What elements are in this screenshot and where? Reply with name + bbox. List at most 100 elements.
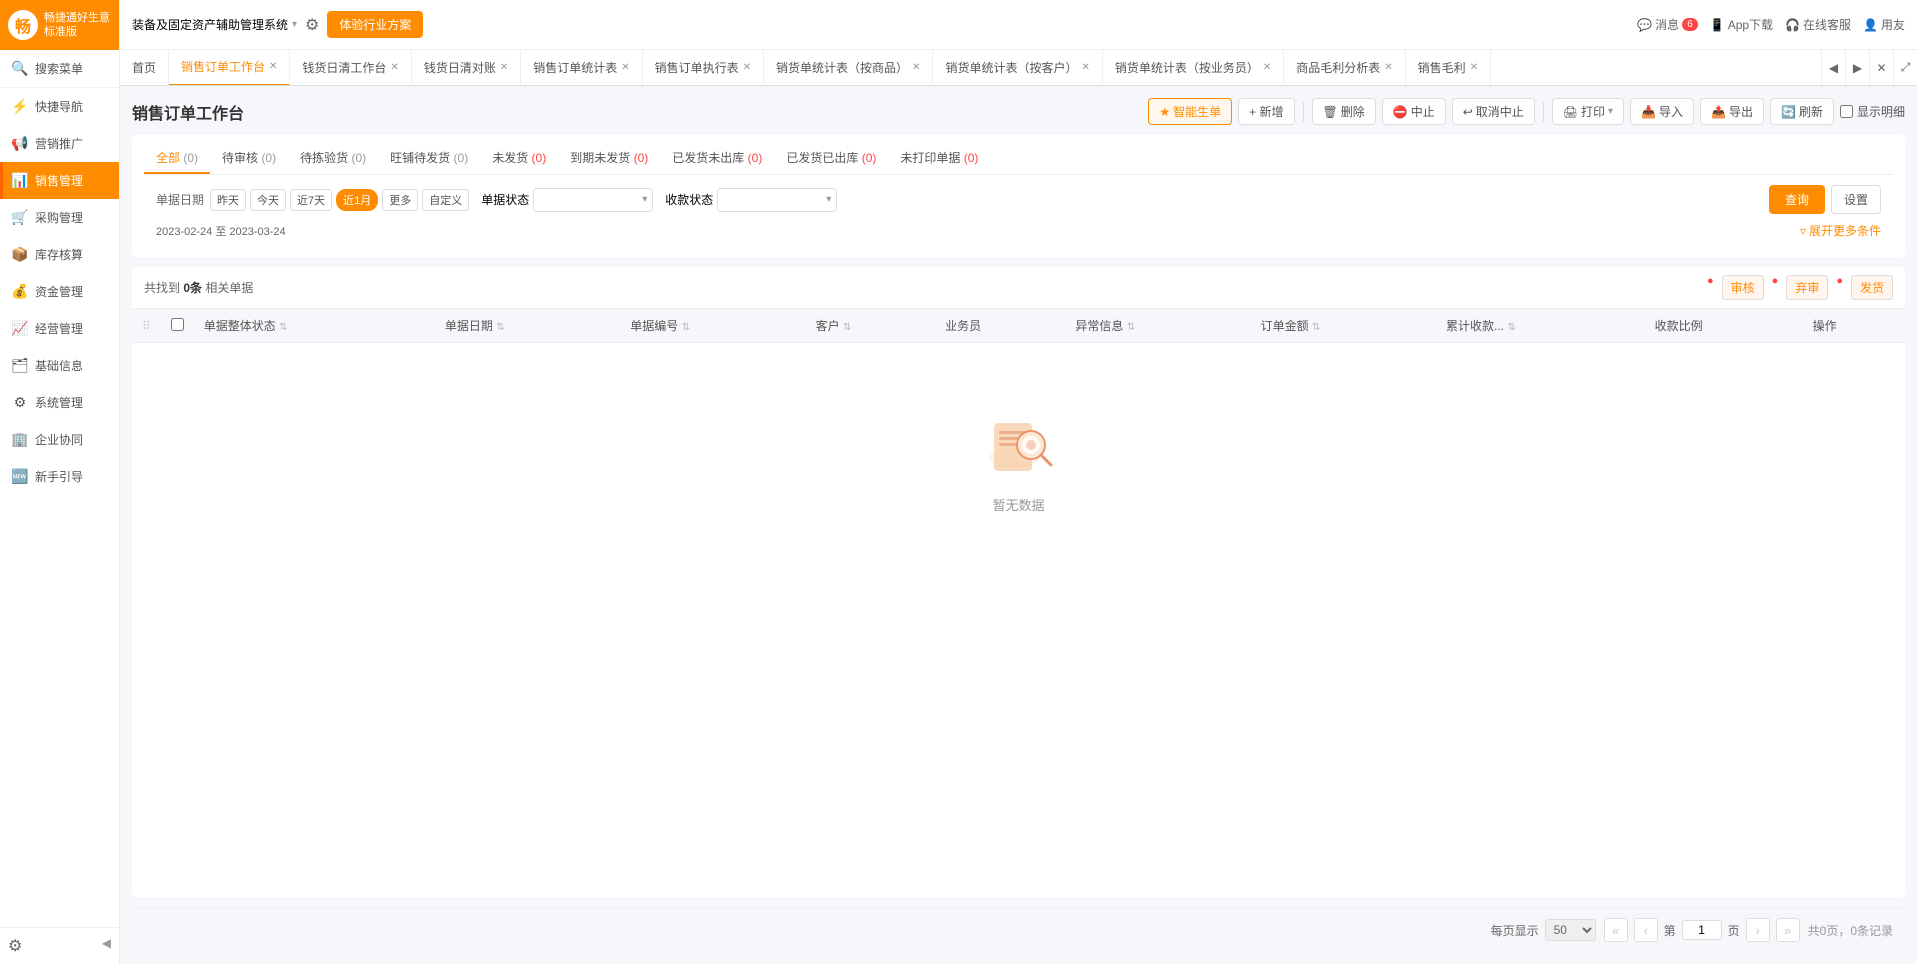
export-button[interactable]: 📤 导出 [1700,98,1764,125]
sidebar-item-enterprise[interactable]: 🏢 企业协同 [0,421,119,458]
tab-close-sales-monthly-product[interactable]: ✕ [912,62,920,73]
tab-sales-monthly-customer[interactable]: 销货单统计表（按客户） ✕ [933,50,1102,86]
tab-close-product-margin[interactable]: ✕ [1384,62,1392,73]
sidebar-item-system[interactable]: ⚙ 系统管理 [0,384,119,421]
sidebar-item-marketing[interactable]: 📢 营销推广 [0,125,119,162]
date-btn-today[interactable]: 今天 [250,189,286,211]
system-name[interactable]: 装备及固定资产辅助管理系统 ▾ [132,16,297,33]
trial-button[interactable]: 体验行业方案 [327,11,423,38]
date-btn-yesterday[interactable]: 昨天 [210,189,246,211]
sidebar-item-business[interactable]: 📈 经营管理 [0,310,119,347]
filter-tab-shipped-not-out[interactable]: 已发货未出库 (0) [660,143,774,174]
date-btn-7days[interactable]: 近7天 [290,189,332,211]
sidebar-item-purchase[interactable]: 🛒 采购管理 [0,199,119,236]
print-button[interactable]: 🖨 打印 ▾ [1552,98,1624,125]
settings-icon[interactable]: ⚙ [8,936,22,956]
expand-conditions-button[interactable]: ▿ 展开更多条件 [1800,222,1881,239]
tab-close-sales-workbench[interactable]: ✕ [269,61,277,72]
filter-tab-pending-review[interactable]: 待审核 (0) [210,143,288,174]
stop-icon: ⛔ [1393,105,1408,119]
page-input[interactable] [1682,920,1722,940]
sidebar-item-quick-nav[interactable]: ⚡ 快捷导航 [0,88,119,125]
tab-sales-workbench[interactable]: 销售订单工作台 ✕ [169,50,290,86]
tab-scroll-left[interactable]: ◀ [1821,50,1845,86]
tab-close-cash-reconcile[interactable]: ✕ [500,62,508,73]
date-btn-1month[interactable]: 近1月 [336,189,378,211]
delete-button[interactable]: 🗑 删除 [1312,98,1376,125]
tab-sales-monthly-product[interactable]: 销货单统计表（按商品） ✕ [764,50,933,86]
collapse-icon[interactable]: ◀ [102,936,111,956]
filter-tab-not-shipped[interactable]: 未发货 (0) [480,143,558,174]
tab-close-sales-monthly-staff[interactable]: ✕ [1263,62,1271,73]
tab-close-all[interactable]: ✕ [1869,50,1893,86]
tab-close-sales-monthly-customer[interactable]: ✕ [1081,62,1089,73]
tab-close-sales-stats[interactable]: ✕ [621,62,629,73]
online-service-action[interactable]: 🎧 在线客服 [1785,16,1851,33]
cancel-audit-button[interactable]: 弃审 [1786,275,1828,300]
page-prev-button[interactable]: ‹ [1634,918,1658,942]
page-size-select[interactable]: 20 50 100 [1545,919,1596,941]
filter-tab-overdue-not-shipped[interactable]: 到期未发货 (0) [558,143,660,174]
tabbar: 首页 销售订单工作台 ✕ 钱货日清工作台 ✕ 钱货日清对账 ✕ 销售订单统计表 … [120,50,1917,86]
sort-date-icon[interactable]: ⇅ [496,322,504,333]
tab-sales-stats[interactable]: 销售订单统计表 ✕ [521,50,642,86]
smart-create-button[interactable]: ★ 智能生单 [1148,98,1232,125]
filter-tab-list: 全部 (0) 待审核 (0) 待拣验货 (0) 旺铺待发货 (0) 未发货 [144,143,1893,175]
tab-scroll-right[interactable]: ▶ [1845,50,1869,86]
display-detail-checkbox[interactable] [1840,105,1853,118]
ship-button[interactable]: 发货 [1851,275,1893,300]
add-button[interactable]: + 新增 [1238,98,1294,125]
tab-home[interactable]: 首页 [120,50,169,86]
message-action[interactable]: 💬 消息 6 [1637,16,1698,33]
query-button[interactable]: 查询 [1769,185,1825,214]
cancel-stop-button[interactable]: ↩ 取消中止 [1452,98,1535,125]
tab-cash-reconcile[interactable]: 钱货日清对账 ✕ [412,50,521,86]
sort-customer-icon[interactable]: ⇅ [843,322,851,333]
date-btn-custom[interactable]: 自定义 [422,189,469,211]
refresh-button[interactable]: 🔄 刷新 [1770,98,1834,125]
app-download-action[interactable]: 📱 App下载 [1710,16,1773,33]
tab-close-cash-daily[interactable]: ✕ [390,62,398,73]
star-icon: ★ [1159,105,1170,119]
sort-abnormal-icon[interactable]: ⇅ [1127,322,1135,333]
sidebar-item-inventory[interactable]: 📦 库存核算 [0,236,119,273]
filter-tab-shipped-out[interactable]: 已发货已出库 (0) [774,143,888,174]
tab-product-margin[interactable]: 商品毛利分析表 ✕ [1284,50,1405,86]
sidebar-item-finance[interactable]: 💰 资金管理 [0,273,119,310]
filter-tab-pending-inspect[interactable]: 待拣验货 (0) [288,143,378,174]
payment-select[interactable] [717,188,837,212]
select-all-checkbox[interactable] [171,318,184,331]
sidebar-item-guide[interactable]: 🆕 新手引导 [0,458,119,495]
sidebar-item-basic-info[interactable]: 🗂 基础信息 [0,347,119,384]
sidebar-item-sales[interactable]: 📊 销售管理 [0,162,119,199]
filter-tab-all[interactable]: 全部 (0) [144,143,210,174]
tab-sales-exec[interactable]: 销售订单执行表 ✕ [643,50,764,86]
content-area: 销售订单工作台 ★ 智能生单 + 新增 🗑 删除 ⛔ 中止 ↩ [120,86,1917,964]
tab-close-sales-profit[interactable]: ✕ [1470,62,1478,73]
filter-tab-wangpu[interactable]: 旺铺待发货 (0) [378,143,480,174]
audit-button[interactable]: 审核 [1722,275,1764,300]
tab-maximize[interactable]: ⤢ [1893,50,1917,86]
page-first-button[interactable]: « [1604,918,1628,942]
topbar-gear-icon[interactable]: ⚙ [305,15,319,35]
filter-tab-not-printed[interactable]: 未打印单据 (0) [888,143,990,174]
tab-sales-profit[interactable]: 销售毛利 ✕ [1406,50,1491,86]
date-btn-more[interactable]: 更多 [382,189,418,211]
tab-sales-monthly-staff[interactable]: 销货单统计表（按业务员） ✕ [1103,50,1284,86]
sort-amount-icon[interactable]: ⇅ [1312,322,1320,333]
page-last-button[interactable]: » [1776,918,1800,942]
stop-button[interactable]: ⛔ 中止 [1382,98,1446,125]
import-button[interactable]: 📥 导入 [1630,98,1694,125]
status-select[interactable] [533,188,653,212]
setting-button[interactable]: 设置 [1831,185,1881,214]
sidebar: 畅 畅捷通好生意 标准版 🔍 搜索菜单 ⚡ 快捷导航 📢 营销推广 📊 销售管理… [0,0,120,964]
tab-cash-daily[interactable]: 钱货日清工作台 ✕ [290,50,411,86]
sidebar-item-search[interactable]: 🔍 搜索菜单 [0,50,119,88]
sort-number-icon[interactable]: ⇅ [682,322,690,333]
tab-close-sales-exec[interactable]: ✕ [743,62,751,73]
user-action[interactable]: 👤 用友 [1863,16,1905,33]
sort-status-icon[interactable]: ⇅ [279,322,287,333]
megaphone-icon: 📢 [11,135,29,152]
page-next-button[interactable]: › [1746,918,1770,942]
sort-collected-icon[interactable]: ⇅ [1507,322,1515,333]
